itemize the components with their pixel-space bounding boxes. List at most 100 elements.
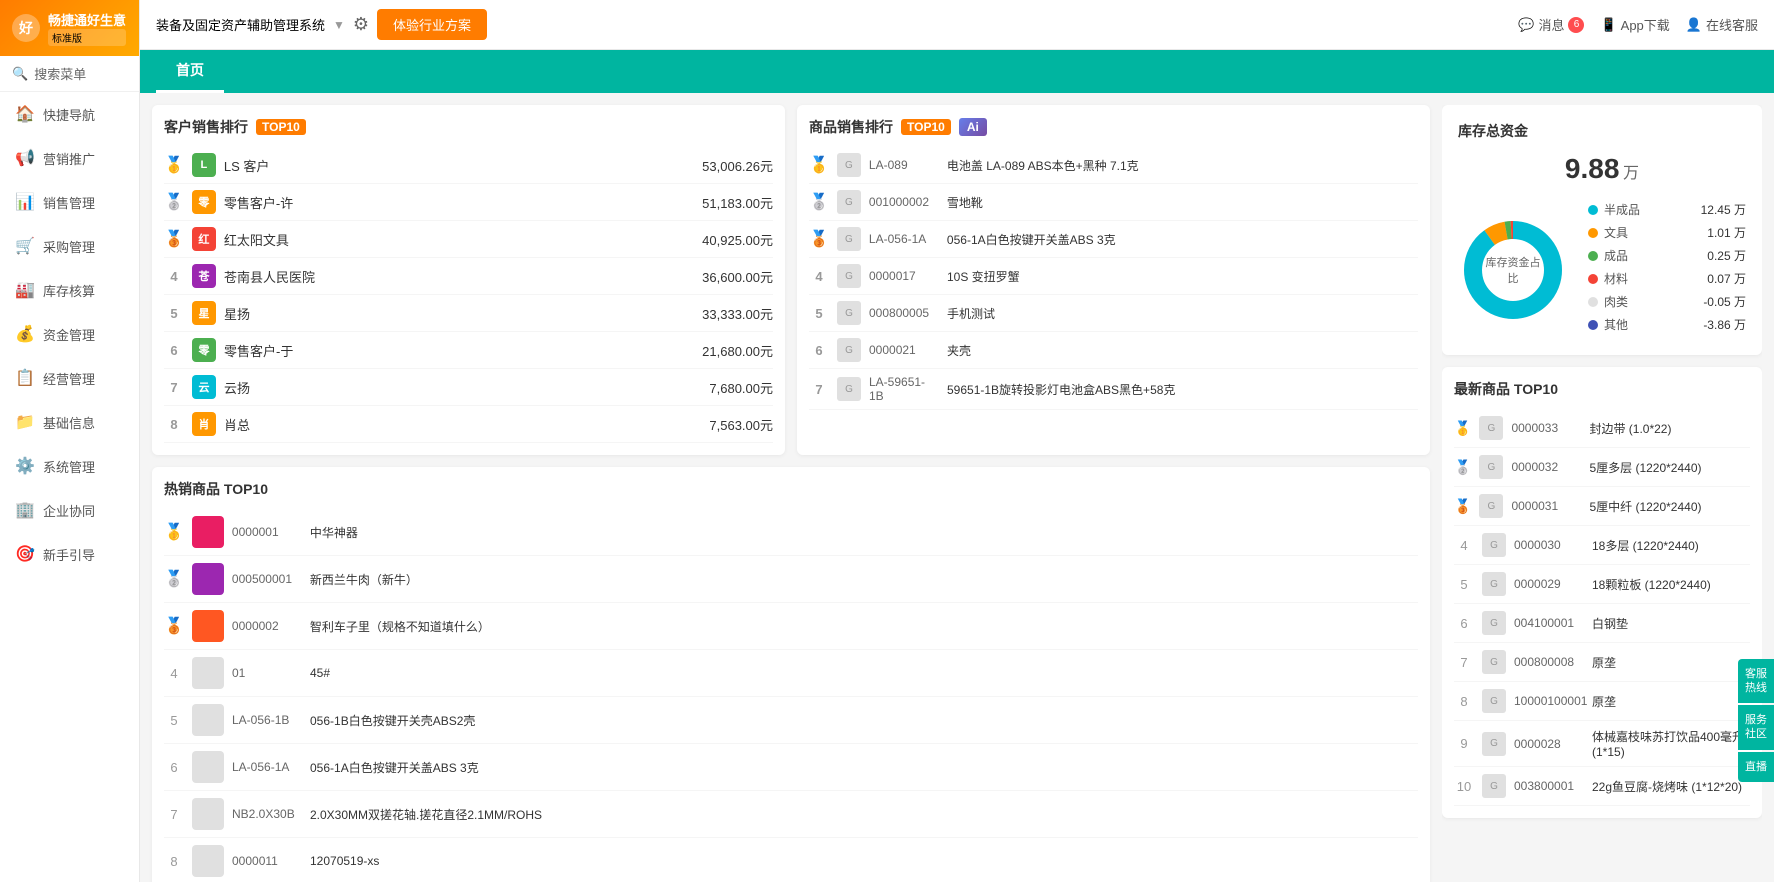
rank-num: 10 <box>1454 779 1474 794</box>
medal-icon: 🥇 <box>809 155 829 175</box>
hot-product-row[interactable]: 7 NB2.0X30B 2.0X30MM双搓花轴.搓花直径2.1MM/ROHS <box>164 791 1418 838</box>
sidebar-search[interactable]: 🔍 搜索菜单 <box>0 56 139 92</box>
sidebar-item-inventory[interactable]: 🏭 库存核算 <box>0 268 139 312</box>
topbar-title: 装备及固定资产辅助管理系统 <box>156 15 325 34</box>
legend-item: 半成品 12.45 万 <box>1588 201 1746 218</box>
hot-product-row[interactable]: 6 LA-056-1A 056-1A白色按键开关盖ABS 3克 <box>164 744 1418 791</box>
medal-icon: 🥉 <box>1454 498 1471 515</box>
app-download-button[interactable]: 📱 App下载 <box>1600 15 1669 34</box>
customer-rank-row[interactable]: 4 苍 苍南县人民医院 36,600.00元 <box>164 258 773 295</box>
donut-center-label: 库存资金占比 <box>1486 254 1541 286</box>
product-rank-row[interactable]: 🥈 G 001000002 雪地靴 <box>809 184 1418 221</box>
sidebar-logo: 好 畅捷通好生意 标准版 <box>0 0 139 56</box>
settings-icon[interactable]: ⚙ <box>353 14 369 35</box>
product-rank-row[interactable]: 5 G 000800005 手机测试 <box>809 295 1418 332</box>
hot-product-row[interactable]: 🥈 000500001 新西兰牛肉（新牛） <box>164 556 1418 603</box>
product-name: 18多层 (1220*2440) <box>1592 537 1750 554</box>
rank-num: 4 <box>164 269 184 284</box>
product-rank-row[interactable]: 4 G 0000017 10S 变扭罗蟹 <box>809 258 1418 295</box>
customer-avatar: 零 <box>192 190 216 214</box>
sidebar-item-guide[interactable]: 🎯 新手引导 <box>0 532 139 576</box>
product-ranking-table: 🥇 G LA-089 电池盖 LA-089 ABS本色+黑种 7.1克 🥈 G … <box>809 147 1418 410</box>
product-name: 22g鱼豆腐-烧烤味 (1*12*20) <box>1592 778 1750 795</box>
float-btn-community[interactable]: 服务社区 <box>1738 705 1774 750</box>
medal-icon: 🥇 <box>164 155 184 175</box>
customer-rank-row[interactable]: 🥉 红 红太阳文具 40,925.00元 <box>164 221 773 258</box>
product-code: 0000001 <box>232 525 302 539</box>
legend-value: -3.86 万 <box>1703 316 1746 333</box>
tab-home[interactable]: 首页 <box>156 50 224 93</box>
product-rank-row[interactable]: 7 G LA-59651-1B 59651-1B旋转投影灯电池盒ABS黑色+58… <box>809 369 1418 410</box>
customer-rank-row[interactable]: 🥇 L LS 客户 53,006.26元 <box>164 147 773 184</box>
latest-product-row[interactable]: 4 G 0000030 18多层 (1220*2440) <box>1454 526 1750 565</box>
customer-rank-row[interactable]: 5 星 星扬 33,333.00元 <box>164 295 773 332</box>
product-thumbnail: G <box>1482 611 1506 635</box>
hot-product-row[interactable]: 5 LA-056-1B 056-1B白色按键开关壳ABS2壳 <box>164 697 1418 744</box>
product-rank-row[interactable]: 🥇 G LA-089 电池盖 LA-089 ABS本色+黑种 7.1克 <box>809 147 1418 184</box>
rank-num: 8 <box>164 417 184 432</box>
sidebar-item-enterprise[interactable]: 🏢 企业协同 <box>0 488 139 532</box>
sidebar-item-system[interactable]: ⚙️ 系统管理 <box>0 444 139 488</box>
customer-avatar: L <box>192 153 216 177</box>
product-rank-row[interactable]: 6 G 0000021 夹壳 <box>809 332 1418 369</box>
float-btn-service[interactable]: 客服热线 <box>1738 659 1774 704</box>
latest-product-row[interactable]: 6 G 004100001 白钢垫 <box>1454 604 1750 643</box>
customer-amount: 33,333.00元 <box>702 304 773 323</box>
inventory-title: 库存总资金 <box>1458 121 1746 141</box>
product-ranking-title: 商品销售排行 TOP10 Ai <box>809 117 1418 137</box>
sidebar-item-marketing[interactable]: 📢 营销推广 <box>0 136 139 180</box>
sidebar-item-finance[interactable]: 💰 资金管理 <box>0 312 139 356</box>
inventory-icon: 🏭 <box>15 280 35 300</box>
sidebar-item-operations[interactable]: 📋 经营管理 <box>0 356 139 400</box>
product-rank-row[interactable]: 🥉 G LA-056-1A 056-1A白色按键开关盖ABS 3克 <box>809 221 1418 258</box>
latest-product-row[interactable]: 🥈 G 0000032 5厘多层 (1220*2440) <box>1454 448 1750 487</box>
product-name: 雪地靴 <box>947 194 1418 211</box>
basic-info-icon: 📁 <box>15 412 35 432</box>
dropdown-icon[interactable]: ▼ <box>333 18 345 32</box>
hot-product-row[interactable]: 🥉 0000002 智利车子里（规格不知道填什么） <box>164 603 1418 650</box>
latest-product-row[interactable]: 🥇 G 0000033 封边带 (1.0*22) <box>1454 409 1750 448</box>
latest-product-row[interactable]: 🥉 G 0000031 5厘中纤 (1220*2440) <box>1454 487 1750 526</box>
product-img: G <box>837 377 861 401</box>
customer-rank-row[interactable]: 6 零 零售客户-于 21,680.00元 <box>164 332 773 369</box>
latest-product-row[interactable]: 8 G 10000100001 原垄 <box>1454 682 1750 721</box>
medal-icon: 🥈 <box>809 192 829 212</box>
sidebar-item-basic-info[interactable]: 📁 基础信息 <box>0 400 139 444</box>
hot-product-row[interactable]: 4 01 45# <box>164 650 1418 697</box>
hot-product-row[interactable]: 🥇 0000001 中华神器 <box>164 509 1418 556</box>
product-thumbnail <box>192 798 224 830</box>
product-img: G <box>837 264 861 288</box>
rank-num: 4 <box>809 269 829 284</box>
customer-rank-row[interactable]: 7 云 云扬 7,680.00元 <box>164 369 773 406</box>
sidebar-item-purchase[interactable]: 🛒 采购管理 <box>0 224 139 268</box>
hot-products-title: 热销商品 TOP10 <box>164 479 1418 499</box>
customer-name: 零售客户-许 <box>224 193 694 212</box>
rank-num: 7 <box>164 380 184 395</box>
legend-value: -0.05 万 <box>1703 293 1746 310</box>
right-panel: 库存总资金 9.88 万 <box>1442 105 1762 870</box>
enterprise-icon: 🏢 <box>15 500 35 520</box>
latest-product-row[interactable]: 10 G 003800001 22g鱼豆腐-烧烤味 (1*12*20) <box>1454 767 1750 806</box>
customer-rank-row[interactable]: 8 肖 肖总 7,563.00元 <box>164 406 773 443</box>
product-code: 0000021 <box>869 343 939 357</box>
customer-avatar: 星 <box>192 301 216 325</box>
customer-rank-row[interactable]: 🥈 零 零售客户-许 51,183.00元 <box>164 184 773 221</box>
latest-product-row[interactable]: 7 G 000800008 原垄 <box>1454 643 1750 682</box>
latest-product-row[interactable]: 5 G 0000029 18颗粒板 (1220*2440) <box>1454 565 1750 604</box>
service-icon: 👤 <box>1686 17 1702 33</box>
guide-icon: 🎯 <box>15 544 35 564</box>
latest-product-row[interactable]: 9 G 0000028 体械嘉枝味苏打饮品400毫升 (1*15) <box>1454 721 1750 767</box>
online-service-button[interactable]: 👤 在线客服 <box>1686 15 1758 34</box>
nav-tabs: 首页 <box>140 50 1774 93</box>
product-code: 01 <box>232 666 302 680</box>
sidebar-item-sales[interactable]: 📊 销售管理 <box>0 180 139 224</box>
sidebar-item-home[interactable]: 🏠 快捷导航 <box>0 92 139 136</box>
product-code: 000800008 <box>1514 655 1584 669</box>
message-button[interactable]: 💬 消息 6 <box>1518 15 1584 34</box>
float-btn-live[interactable]: 直播 <box>1738 752 1774 782</box>
trial-button[interactable]: 体验行业方案 <box>377 9 487 40</box>
hot-product-row[interactable]: 8 0000011 12070519-xs <box>164 838 1418 882</box>
legend-label: 其他 <box>1604 316 1703 333</box>
legend-dot <box>1588 205 1598 215</box>
topbar-right: 💬 消息 6 📱 App下载 👤 在线客服 <box>1518 15 1758 34</box>
